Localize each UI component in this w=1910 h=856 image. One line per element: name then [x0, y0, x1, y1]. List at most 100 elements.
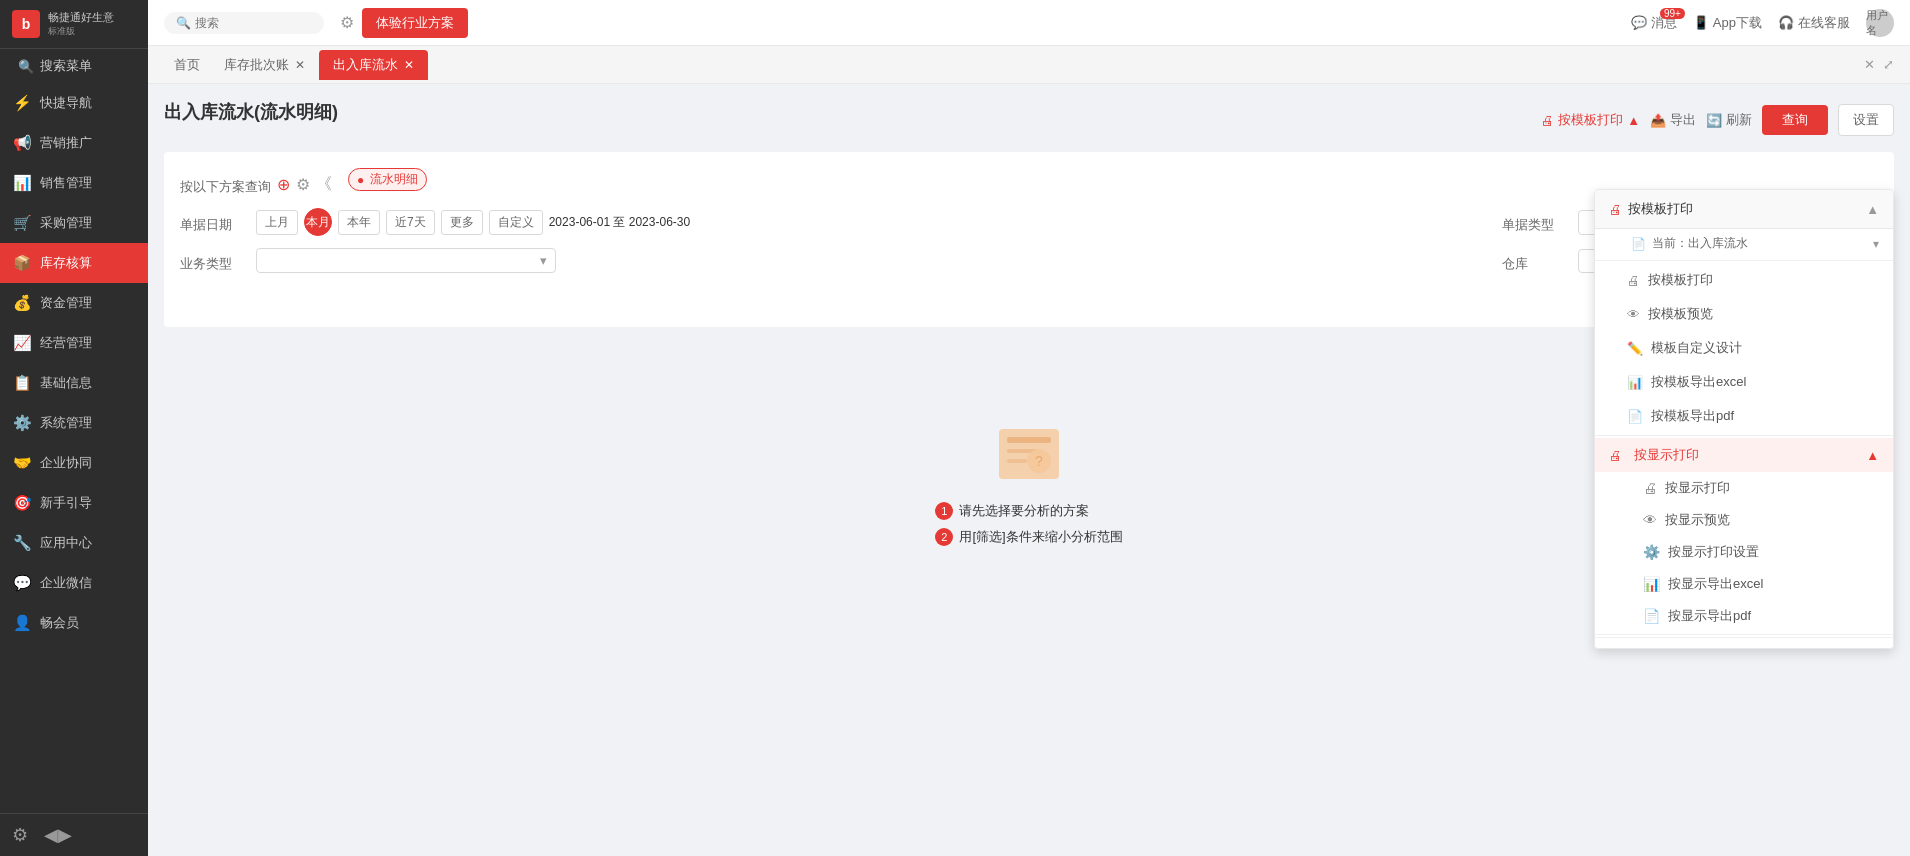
- template-print-icon: 🖨: [1627, 273, 1640, 288]
- sidebar-item-operations[interactable]: 📈 经营管理: [0, 323, 148, 363]
- template-export-pdf-item[interactable]: 📄 按模板导出pdf: [1595, 399, 1893, 433]
- tab-flow-water[interactable]: 出入库流水 ✕: [319, 50, 428, 80]
- display-export-excel-sub-icon: 📊: [1643, 576, 1660, 592]
- date-label: 单据日期: [180, 210, 240, 234]
- tab-close-inventory-batch[interactable]: ✕: [295, 58, 305, 72]
- message-icon-area[interactable]: 💬 消息 99+: [1631, 14, 1677, 32]
- template-custom-item[interactable]: ✏️ 模板自定义设计: [1595, 331, 1893, 365]
- svg-rect-1: [1007, 437, 1051, 443]
- member-icon: 👤: [12, 613, 32, 633]
- app-download-area[interactable]: 📱 App下载: [1693, 14, 1762, 32]
- page-content: 出入库流水(流水明细) 🖨 按模板打印 ▲ 📤 导出 🔄 刷新 查询 设置: [148, 84, 1910, 856]
- wechat-icon: 💬: [12, 573, 32, 593]
- display-export-pdf-item[interactable]: 📄 按显示导出pdf: [1611, 600, 1893, 632]
- dropdown-divider-2: [1595, 435, 1893, 436]
- template-print-button[interactable]: 🖨 按模板打印 ▲: [1541, 111, 1640, 129]
- template-preview-item[interactable]: 👁 按模板预览: [1595, 297, 1893, 331]
- toolbar: 🖨 按模板打印 ▲ 📤 导出 🔄 刷新 查询 设置: [1541, 104, 1894, 136]
- filter-add-button[interactable]: ⊕: [277, 175, 290, 194]
- service-icon: 🎧: [1778, 15, 1794, 30]
- sidebar-item-guide[interactable]: 🎯 新手引导: [0, 483, 148, 523]
- print-dropdown-arrow-icon: ▲: [1627, 113, 1640, 128]
- sidebar-logo: b 畅捷通好生意 标准版: [0, 0, 148, 49]
- tab-controls: ✕ ⤢: [1864, 57, 1894, 72]
- tab-close-all-icon[interactable]: ✕: [1864, 57, 1875, 72]
- filter-collapse-button[interactable]: 《: [316, 174, 332, 195]
- date-btn-7days[interactable]: 近7天: [386, 210, 435, 235]
- query-button[interactable]: 查询: [1762, 105, 1828, 135]
- quick-nav-icon: ⚡: [12, 93, 32, 113]
- sidebar-item-collab[interactable]: 🤝 企业协同: [0, 443, 148, 483]
- sidebar-item-finance[interactable]: 💰 资金管理: [0, 283, 148, 323]
- sidebar-nav: ⚡ 快捷导航 📢 营销推广 📊 销售管理 🛒 采购管理 📦 库存核算 💰 资金管…: [0, 83, 148, 813]
- tab-expand-icon[interactable]: ⤢: [1883, 57, 1894, 72]
- header-gear-icon[interactable]: ⚙: [340, 13, 354, 32]
- sidebar-item-inventory[interactable]: 📦 库存核算: [0, 243, 148, 283]
- date-btn-this-year[interactable]: 本年: [338, 210, 380, 235]
- template-print-item[interactable]: 🖨 按模板打印: [1595, 263, 1893, 297]
- print-dropdown: 🖨 按模板打印 ▲ 📄 当前：出入库流水 ▾ 🖨 按模板打印 👁 按模板预览: [1594, 189, 1894, 649]
- sidebar-item-basic[interactable]: 📋 基础信息: [0, 363, 148, 403]
- dropdown-divider-3: [1595, 634, 1893, 635]
- display-preview-sub-icon: 👁: [1643, 512, 1657, 528]
- system-icon: ⚙️: [12, 413, 32, 433]
- display-print-setting-sub-icon: ⚙️: [1643, 544, 1660, 560]
- display-print-group-header[interactable]: 🖨 按显示打印 ▲: [1595, 438, 1893, 472]
- sidebar-item-member[interactable]: 👤 畅会员: [0, 603, 148, 643]
- collapse-sidebar-icon[interactable]: ◀▶: [44, 824, 72, 846]
- empty-illustration: ?: [979, 399, 1079, 502]
- display-print-item[interactable]: 🖨 按显示打印: [1611, 472, 1893, 504]
- finance-icon: 💰: [12, 293, 32, 313]
- display-export-excel-item[interactable]: 📊 按显示导出excel: [1611, 568, 1893, 600]
- filter-setting-button[interactable]: ⚙: [296, 175, 310, 194]
- display-print-setting-item[interactable]: ⚙️ 按显示打印设置: [1611, 536, 1893, 568]
- header-search-input[interactable]: [195, 16, 295, 30]
- tab-close-flow-water[interactable]: ✕: [404, 58, 414, 72]
- current-template-arrow-icon: ▾: [1873, 237, 1879, 251]
- header-search-box[interactable]: 🔍: [164, 12, 324, 34]
- sidebar-item-purchase[interactable]: 🛒 采购管理: [0, 203, 148, 243]
- print-dropdown-collapse-icon[interactable]: ▲: [1866, 202, 1879, 217]
- sidebar-item-marketing[interactable]: 📢 营销推广: [0, 123, 148, 163]
- sidebar-search[interactable]: 🔍 搜索菜单: [0, 49, 148, 83]
- biz-type-label: 业务类型: [180, 249, 240, 273]
- date-btn-custom[interactable]: 自定义: [489, 210, 543, 235]
- display-preview-item[interactable]: 👁 按显示预览: [1611, 504, 1893, 536]
- setting-button[interactable]: 设置: [1838, 104, 1894, 136]
- export-button[interactable]: 📤 导出: [1650, 111, 1696, 129]
- tab-bar: 首页 库存批次账 ✕ 出入库流水 ✕ ✕ ⤢: [148, 46, 1910, 84]
- refresh-button[interactable]: 🔄 刷新: [1706, 111, 1752, 129]
- current-template-icon: 📄: [1631, 237, 1646, 251]
- sidebar-item-wechat[interactable]: 💬 企业微信: [0, 563, 148, 603]
- filter-chip-flow[interactable]: ● 流水明细: [348, 168, 427, 191]
- sidebar-item-sales[interactable]: 📊 销售管理: [0, 163, 148, 203]
- tab-inventory-batch[interactable]: 库存批次账 ✕: [210, 50, 319, 80]
- empty-svg: ?: [979, 399, 1079, 499]
- sidebar-item-system[interactable]: ⚙️ 系统管理: [0, 403, 148, 443]
- date-range-display: 2023-06-01 至 2023-06-30: [549, 214, 690, 231]
- header-left: 🔍 ⚙ 体验行业方案: [164, 8, 1631, 38]
- explore-industry-button[interactable]: 体验行业方案: [362, 8, 468, 38]
- doc-type-label: 单据类型: [1502, 210, 1562, 234]
- template-export-excel-icon: 📊: [1627, 375, 1643, 390]
- set-default-footer[interactable]: ⚙️ 设置默认功能 ▾: [1595, 637, 1893, 649]
- date-btn-this-month[interactable]: 本月: [304, 208, 332, 236]
- date-btn-last-month[interactable]: 上月: [256, 210, 298, 235]
- sidebar-item-quick-nav[interactable]: ⚡ 快捷导航: [0, 83, 148, 123]
- empty-step-1: 1 请先选择要分析的方案: [935, 502, 1122, 520]
- template-export-excel-item[interactable]: 📊 按模板导出excel: [1595, 365, 1893, 399]
- tab-home[interactable]: 首页: [164, 50, 210, 80]
- filter-label: 按以下方案查询: [180, 172, 271, 196]
- collab-icon: 🤝: [12, 453, 32, 473]
- biz-type-dropdown[interactable]: ▾: [256, 248, 556, 273]
- template-export-pdf-icon: 📄: [1627, 409, 1643, 424]
- print-dropdown-header-icon: 🖨: [1609, 202, 1622, 217]
- online-service-area[interactable]: 🎧 在线客服: [1778, 14, 1850, 32]
- inventory-icon: 📦: [12, 253, 32, 273]
- settings-bottom-icon[interactable]: ⚙: [12, 824, 28, 846]
- sidebar-item-app-center[interactable]: 🔧 应用中心: [0, 523, 148, 563]
- display-print-sub: 🖨 按显示打印 👁 按显示预览 ⚙️ 按显示打印设置 📊 按显示导出excel …: [1595, 472, 1893, 632]
- search-icon: 🔍: [18, 59, 34, 74]
- avatar[interactable]: 用户名: [1866, 9, 1894, 37]
- date-btn-more[interactable]: 更多: [441, 210, 483, 235]
